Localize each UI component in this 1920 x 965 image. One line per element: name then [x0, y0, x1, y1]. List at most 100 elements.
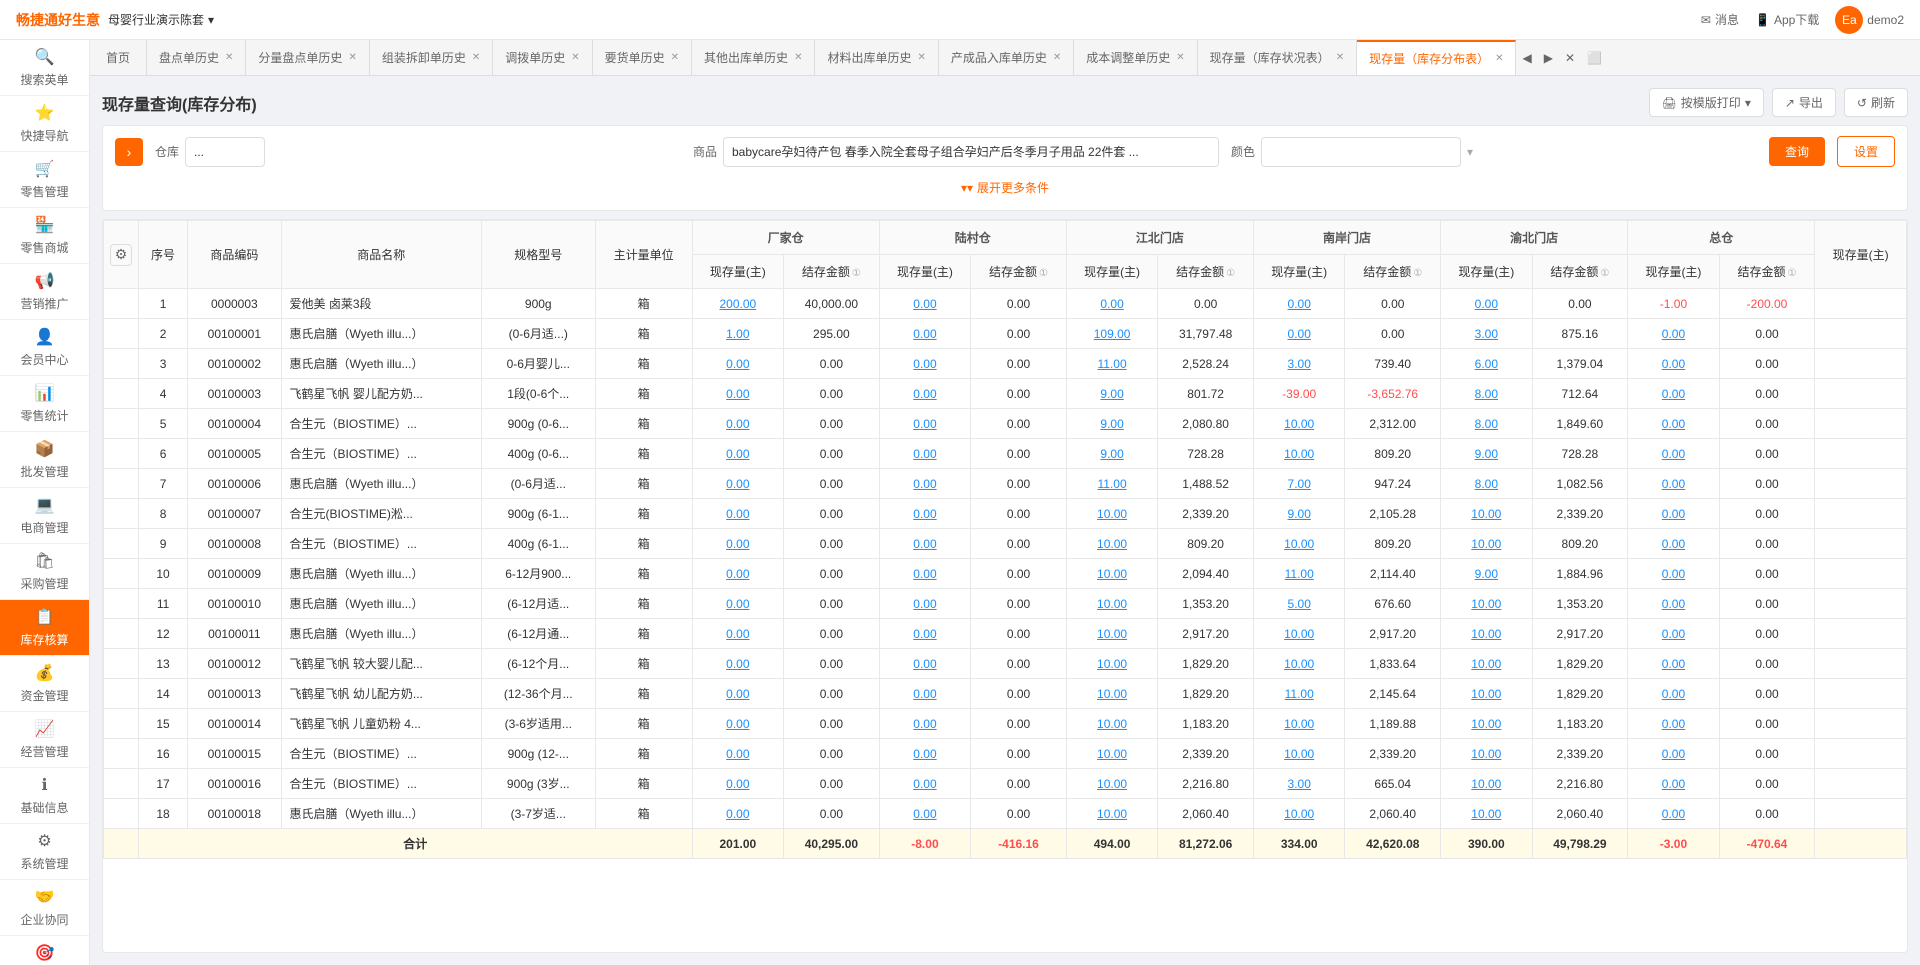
cell-yb-qty[interactable]: 8.00: [1441, 379, 1533, 409]
cell-jb-qty[interactable]: 10.00: [1066, 709, 1158, 739]
cell-lc-qty[interactable]: 0.00: [879, 319, 971, 349]
cell-na-qty[interactable]: 0.00: [1253, 289, 1345, 319]
tab-stock-dist[interactable]: 现存量（库存分布表） ✕: [1357, 40, 1516, 76]
tab-close-all-btn[interactable]: ✕: [1559, 51, 1581, 65]
sidebar-item-purchase[interactable]: 🛍 采购管理: [0, 544, 89, 600]
cell-zc-qty[interactable]: 0.00: [1628, 439, 1720, 469]
cell-na-qty[interactable]: 9.00: [1253, 499, 1345, 529]
cell-zc-qty[interactable]: 0.00: [1628, 619, 1720, 649]
sidebar-item-collab[interactable]: 🤝 企业协同: [0, 880, 89, 936]
tab-expand-btn[interactable]: ⬜: [1581, 51, 1608, 65]
cell-zc-qty[interactable]: 0.00: [1628, 589, 1720, 619]
cell-yb-qty[interactable]: 0.00: [1441, 289, 1533, 319]
sidebar-item-retail-stats[interactable]: 📊 零售统计: [0, 376, 89, 432]
cell-lc-qty[interactable]: 0.00: [879, 349, 971, 379]
cell-jb-qty[interactable]: 9.00: [1066, 409, 1158, 439]
cell-zc-qty[interactable]: 0.00: [1628, 529, 1720, 559]
cell-jb-qty[interactable]: 9.00: [1066, 379, 1158, 409]
sidebar-item-finance[interactable]: 💰 资金管理: [0, 656, 89, 712]
close-icon[interactable]: ✕: [348, 52, 356, 63]
cell-jb-qty[interactable]: 11.00: [1066, 469, 1158, 499]
store-selector[interactable]: 母婴行业演示陈套 ▾: [108, 11, 214, 28]
cell-cj-qty[interactable]: 200.00: [692, 289, 784, 319]
cell-na-qty[interactable]: 10.00: [1253, 799, 1345, 829]
cell-jb-qty[interactable]: 10.00: [1066, 769, 1158, 799]
cell-cj-qty[interactable]: 0.00: [692, 799, 784, 829]
cell-yb-qty[interactable]: 10.00: [1441, 529, 1533, 559]
cell-zc-qty[interactable]: 0.00: [1628, 379, 1720, 409]
close-icon[interactable]: ✕: [571, 52, 579, 63]
cell-jb-qty[interactable]: 10.00: [1066, 529, 1158, 559]
cell-zc-qty[interactable]: 0.00: [1628, 409, 1720, 439]
tab-inventory-check[interactable]: 盘点单历史 ✕: [147, 40, 246, 76]
app-download-btn[interactable]: 📱 App下载: [1755, 11, 1819, 28]
close-icon[interactable]: ✕: [472, 52, 480, 63]
cell-yb-qty[interactable]: 3.00: [1441, 319, 1533, 349]
cell-na-qty[interactable]: 10.00: [1253, 619, 1345, 649]
cell-lc-qty[interactable]: 0.00: [879, 409, 971, 439]
cell-cj-qty[interactable]: 0.00: [692, 679, 784, 709]
cell-yb-qty[interactable]: 10.00: [1441, 499, 1533, 529]
cell-jb-qty[interactable]: 11.00: [1066, 349, 1158, 379]
cell-zc-qty[interactable]: 0.00: [1628, 709, 1720, 739]
sidebar-item-guide[interactable]: 🎯 新手引导: [0, 936, 89, 965]
cell-cj-qty[interactable]: 0.00: [692, 739, 784, 769]
cell-lc-qty[interactable]: 0.00: [879, 559, 971, 589]
cell-cj-qty[interactable]: 0.00: [692, 349, 784, 379]
cell-yb-qty[interactable]: 6.00: [1441, 349, 1533, 379]
export-btn[interactable]: ↗ 导出: [1772, 88, 1836, 117]
cell-jb-qty[interactable]: 10.00: [1066, 649, 1158, 679]
cell-zc-qty[interactable]: 0.00: [1628, 559, 1720, 589]
sidebar-item-ecommerce[interactable]: 💻 电商管理: [0, 488, 89, 544]
sidebar-item-marketing[interactable]: 📢 营销推广: [0, 264, 89, 320]
cell-jb-qty[interactable]: 10.00: [1066, 619, 1158, 649]
cell-zc-qty[interactable]: 0.00: [1628, 649, 1720, 679]
settings-btn[interactable]: 设置: [1837, 136, 1895, 167]
cell-na-qty[interactable]: 10.00: [1253, 439, 1345, 469]
sidebar-item-nav[interactable]: ⭐ 快捷导航: [0, 96, 89, 152]
cell-na-qty[interactable]: 10.00: [1253, 409, 1345, 439]
cell-lc-qty[interactable]: 0.00: [879, 709, 971, 739]
sidebar-item-wholesale[interactable]: 📦 批发管理: [0, 432, 89, 488]
warehouse-input[interactable]: [185, 137, 265, 167]
expand-filter-btn[interactable]: ▾▾ 展开更多条件: [953, 175, 1057, 200]
cell-yb-qty[interactable]: 8.00: [1441, 409, 1533, 439]
cell-lc-qty[interactable]: 0.00: [879, 439, 971, 469]
message-btn[interactable]: ✉ 消息: [1701, 11, 1739, 28]
cell-yb-qty[interactable]: 9.00: [1441, 559, 1533, 589]
cell-yb-qty[interactable]: 10.00: [1441, 679, 1533, 709]
cell-yb-qty[interactable]: 10.00: [1441, 589, 1533, 619]
cell-cj-qty[interactable]: 0.00: [692, 769, 784, 799]
cell-na-qty[interactable]: 11.00: [1253, 559, 1345, 589]
cell-jb-qty[interactable]: 10.00: [1066, 799, 1158, 829]
cell-yb-qty[interactable]: 10.00: [1441, 799, 1533, 829]
cell-cj-qty[interactable]: 0.00: [692, 379, 784, 409]
close-icon[interactable]: ✕: [671, 52, 679, 63]
cell-jb-qty[interactable]: 9.00: [1066, 439, 1158, 469]
cell-jb-qty[interactable]: 10.00: [1066, 559, 1158, 589]
cell-zc-qty[interactable]: 0.00: [1628, 499, 1720, 529]
sidebar-item-operations[interactable]: 📈 经营管理: [0, 712, 89, 768]
tab-material-out[interactable]: 材料出库单历史 ✕: [815, 40, 938, 76]
close-icon[interactable]: ✕: [917, 52, 925, 63]
tab-prev-btn[interactable]: ◀: [1516, 51, 1537, 65]
cell-lc-qty[interactable]: 0.00: [879, 679, 971, 709]
cell-lc-qty[interactable]: 0.00: [879, 739, 971, 769]
cell-jb-qty[interactable]: 10.00: [1066, 589, 1158, 619]
product-input[interactable]: [723, 137, 1219, 167]
cell-cj-qty[interactable]: 0.00: [692, 559, 784, 589]
cell-yb-qty[interactable]: 10.00: [1441, 649, 1533, 679]
sidebar-item-search[interactable]: 🔍 搜索英单: [0, 40, 89, 96]
cell-na-qty[interactable]: 10.00: [1253, 709, 1345, 739]
cell-na-qty[interactable]: 3.00: [1253, 349, 1345, 379]
cell-na-qty[interactable]: 11.00: [1253, 679, 1345, 709]
close-icon[interactable]: ✕: [794, 52, 802, 63]
user-area[interactable]: Ea demo2: [1835, 6, 1904, 34]
cell-yb-qty[interactable]: 9.00: [1441, 439, 1533, 469]
cell-lc-qty[interactable]: 0.00: [879, 289, 971, 319]
cell-lc-qty[interactable]: 0.00: [879, 379, 971, 409]
cell-zc-qty[interactable]: 0.00: [1628, 319, 1720, 349]
close-icon[interactable]: ✕: [1336, 52, 1344, 63]
cell-na-qty[interactable]: -39.00: [1253, 379, 1345, 409]
cell-cj-qty[interactable]: 0.00: [692, 649, 784, 679]
